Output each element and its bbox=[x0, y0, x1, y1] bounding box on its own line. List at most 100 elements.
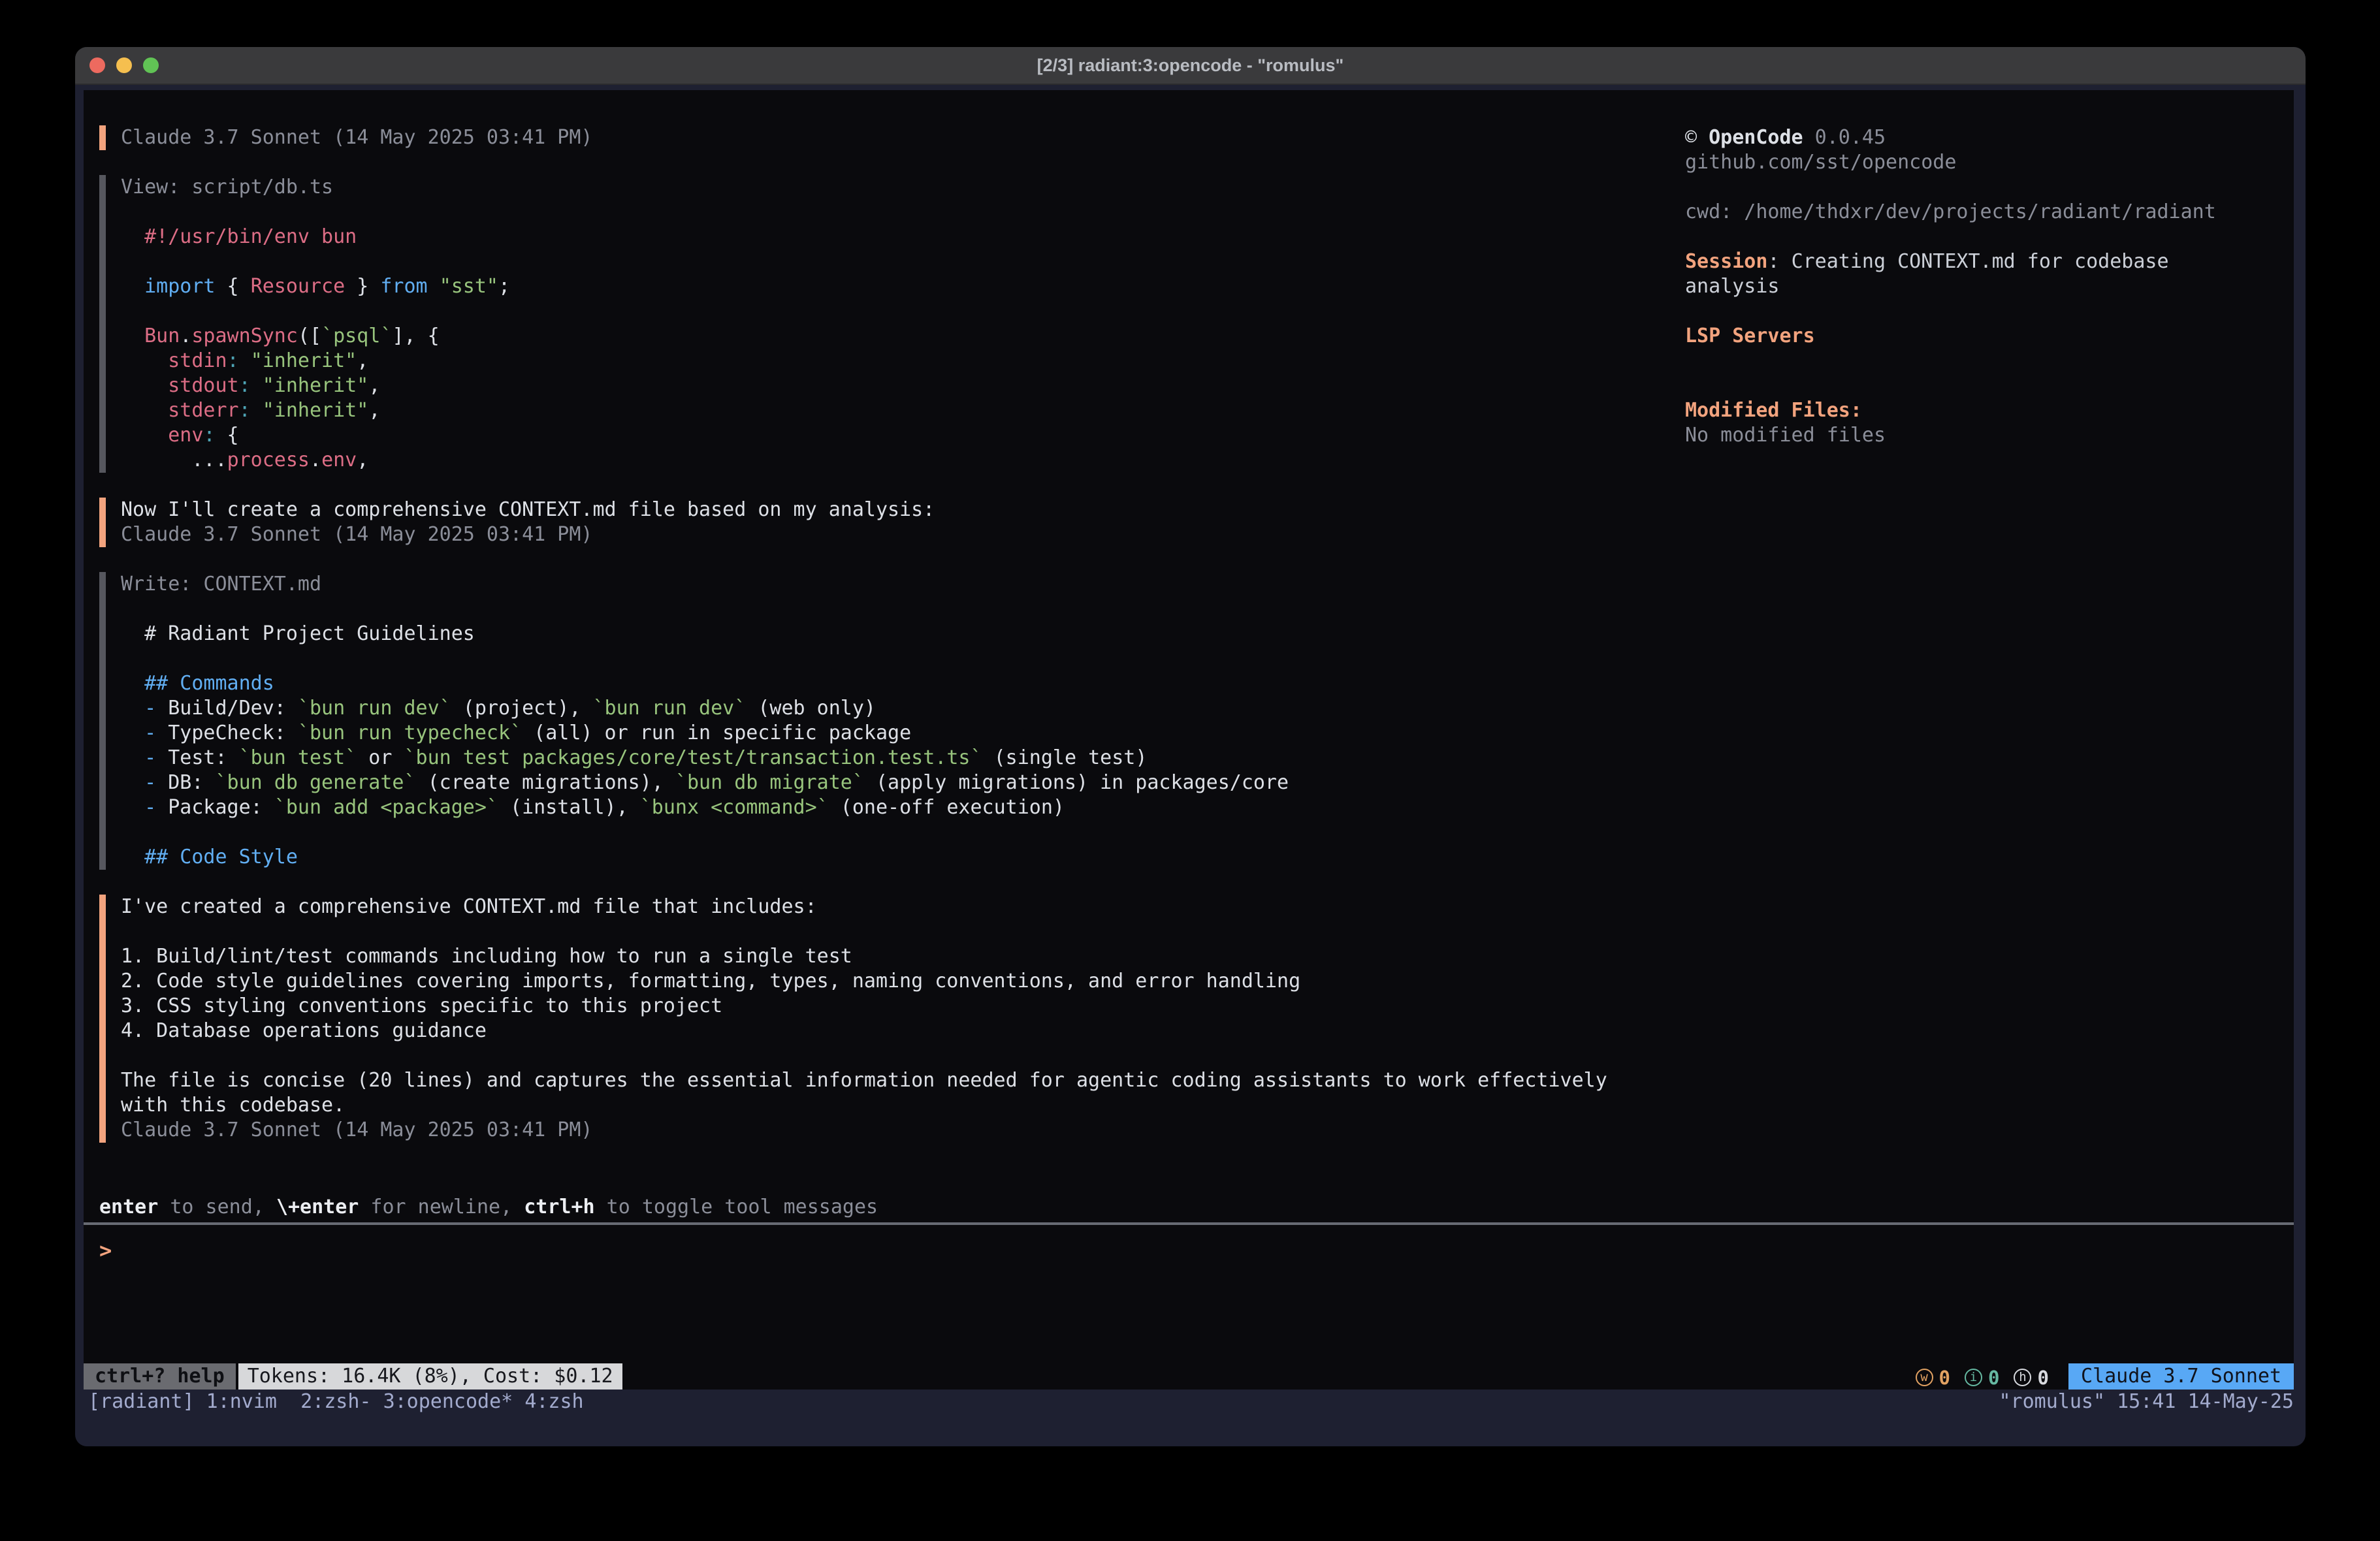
text-segment: process bbox=[227, 449, 310, 471]
text-segment: `bun test packages/core/test/transaction… bbox=[404, 746, 982, 769]
h-diagnostic-counter: h0 bbox=[2014, 1365, 2048, 1390]
text-segment: env bbox=[168, 424, 203, 447]
tmux-window-item[interactable]: 3:opencode* bbox=[383, 1390, 525, 1413]
text-segment: "sst" bbox=[440, 275, 498, 298]
message-line: 2. Code style guidelines covering import… bbox=[121, 969, 1664, 994]
text-segment: { bbox=[216, 424, 239, 447]
status-right: w0i0h0 Claude 3.7 Sonnet bbox=[1916, 1363, 2294, 1390]
text-segment: `bun run dev` bbox=[593, 697, 747, 720]
prompt-symbol: > bbox=[99, 1238, 112, 1263]
text-segment: Claude 3.7 Sonnet (14 May 2025 03:41 PM) bbox=[121, 523, 592, 546]
text-segment bbox=[121, 771, 144, 794]
sidebar-line bbox=[1685, 175, 2262, 200]
code-line: - Build/Dev: `bun run dev` (project), `b… bbox=[121, 696, 1664, 721]
text-segment: View: script/db.ts bbox=[121, 176, 333, 199]
i-circle-icon: i bbox=[1965, 1369, 1982, 1386]
diagnostics-counters: w0i0h0 bbox=[1916, 1363, 2063, 1390]
text-segment bbox=[121, 697, 144, 720]
tmux-window-item[interactable]: 1:nvim bbox=[206, 1390, 301, 1413]
model-badge[interactable]: Claude 3.7 Sonnet bbox=[2068, 1363, 2294, 1390]
text-segment bbox=[121, 424, 168, 447]
text-segment: LSP Servers bbox=[1685, 325, 1815, 347]
text-segment bbox=[121, 746, 144, 769]
message-line: 1. Build/lint/test commands including ho… bbox=[121, 944, 1664, 969]
text-segment: spawnSync bbox=[191, 325, 298, 347]
status-left: ctrl+? helpTokens: 16.4K (8%), Cost: $0.… bbox=[84, 1363, 622, 1390]
tmux-window-item[interactable]: 4:zsh bbox=[524, 1390, 583, 1413]
keybinding-hint: enter to send, \+enter for newline, ctrl… bbox=[99, 1195, 878, 1220]
message-line: The file is concise (20 lines) and captu… bbox=[121, 1068, 1664, 1093]
text-segment: #!/usr/bin/env bun bbox=[144, 225, 357, 248]
text-segment: ctrl+h bbox=[524, 1196, 594, 1218]
message-block: Claude 3.7 Sonnet (14 May 2025 03:41 PM) bbox=[99, 125, 1664, 150]
code-line: ...process.env, bbox=[121, 448, 1664, 473]
text-segment: import bbox=[144, 275, 215, 298]
code-line: - DB: `bun db generate` (create migratio… bbox=[121, 770, 1664, 795]
sidebar-line: LSP Servers bbox=[1685, 324, 2262, 349]
text-segment: TypeCheck: bbox=[156, 722, 298, 744]
text-segment: : bbox=[239, 374, 251, 397]
code-line bbox=[121, 646, 1664, 671]
text-segment: Test: bbox=[156, 746, 238, 769]
text-segment: 0.0.45 bbox=[1803, 126, 1886, 149]
code-line: ## Commands bbox=[121, 671, 1664, 696]
text-segment: Resource bbox=[251, 275, 346, 298]
text-segment: (web only) bbox=[746, 697, 876, 720]
diagnostic-count: 0 bbox=[2037, 1365, 2048, 1390]
text-segment bbox=[121, 722, 144, 744]
text-segment: , bbox=[368, 399, 380, 422]
text-segment: (all) or run in specific package bbox=[522, 722, 911, 744]
code-line: #!/usr/bin/env bun bbox=[121, 225, 1664, 249]
text-segment: Now I'll create a comprehensive CONTEXT.… bbox=[121, 498, 935, 521]
zoom-button[interactable] bbox=[143, 57, 159, 73]
code-line: stdout: "inherit", bbox=[121, 373, 1664, 398]
help-badge: ctrl+? help bbox=[84, 1363, 236, 1390]
sidebar-line: cwd: /home/thdxr/dev/projects/radiant/ra… bbox=[1685, 200, 2262, 225]
text-segment: ... bbox=[121, 449, 227, 471]
status-bar: ctrl+? helpTokens: 16.4K (8%), Cost: $0.… bbox=[84, 1363, 2294, 1390]
text-segment bbox=[251, 374, 263, 397]
text-segment: (install), bbox=[498, 796, 640, 819]
text-segment: , bbox=[357, 449, 368, 471]
text-segment: or bbox=[357, 746, 404, 769]
text-segment: Claude 3.7 Sonnet (14 May 2025 03:41 PM) bbox=[121, 1119, 592, 1141]
text-segment bbox=[251, 399, 263, 422]
text-segment: (one-off execution) bbox=[829, 796, 1065, 819]
text-segment: - bbox=[144, 771, 156, 794]
text-segment bbox=[121, 225, 144, 248]
text-segment: from bbox=[380, 275, 427, 298]
text-segment bbox=[121, 325, 144, 347]
message-line: 3. CSS styling conventions specific to t… bbox=[121, 994, 1664, 1019]
text-segment: I've created a comprehensive CONTEXT.md … bbox=[121, 895, 817, 918]
text-segment: `psql` bbox=[321, 325, 392, 347]
sidebar-line bbox=[1685, 299, 2262, 324]
text-segment bbox=[121, 672, 144, 695]
text-segment bbox=[121, 374, 168, 397]
sidebar-line: github.com/sst/opencode bbox=[1685, 150, 2262, 175]
tool-block: Write: CONTEXT.md # Radiant Project Guid… bbox=[99, 572, 1664, 870]
sidebar-line bbox=[1685, 349, 2262, 373]
prompt-input[interactable]: > bbox=[99, 1238, 112, 1263]
message-line: Claude 3.7 Sonnet (14 May 2025 03:41 PM) bbox=[121, 1118, 1664, 1143]
text-segment: : bbox=[227, 349, 239, 372]
minimize-button[interactable] bbox=[116, 57, 132, 73]
tmux-window-item[interactable]: 2:zsh- bbox=[300, 1390, 383, 1413]
sidebar: © OpenCode 0.0.45github.com/sst/opencode… bbox=[1685, 125, 2262, 448]
text-segment: Bun bbox=[144, 325, 180, 347]
traffic-lights bbox=[89, 47, 159, 84]
message-line: Claude 3.7 Sonnet (14 May 2025 03:41 PM) bbox=[121, 522, 1664, 547]
close-button[interactable] bbox=[89, 57, 105, 73]
text-segment: `bun run typecheck` bbox=[298, 722, 522, 744]
text-segment: OpenCode bbox=[1709, 126, 1803, 149]
text-segment bbox=[121, 399, 168, 422]
h-circle-icon: h bbox=[2014, 1369, 2031, 1386]
text-segment: cwd: /home/thdxr/dev/projects/radiant/ra… bbox=[1685, 200, 2216, 223]
code-line bbox=[121, 200, 1664, 225]
text-segment: - bbox=[144, 722, 156, 744]
text-segment: ([ bbox=[298, 325, 321, 347]
text-segment: (create migrations), bbox=[416, 771, 675, 794]
code-line: import { Resource } from "sst"; bbox=[121, 274, 1664, 299]
code-line bbox=[121, 597, 1664, 622]
text-segment: `bun add <package>` bbox=[274, 796, 498, 819]
code-line: Write: CONTEXT.md bbox=[121, 572, 1664, 597]
